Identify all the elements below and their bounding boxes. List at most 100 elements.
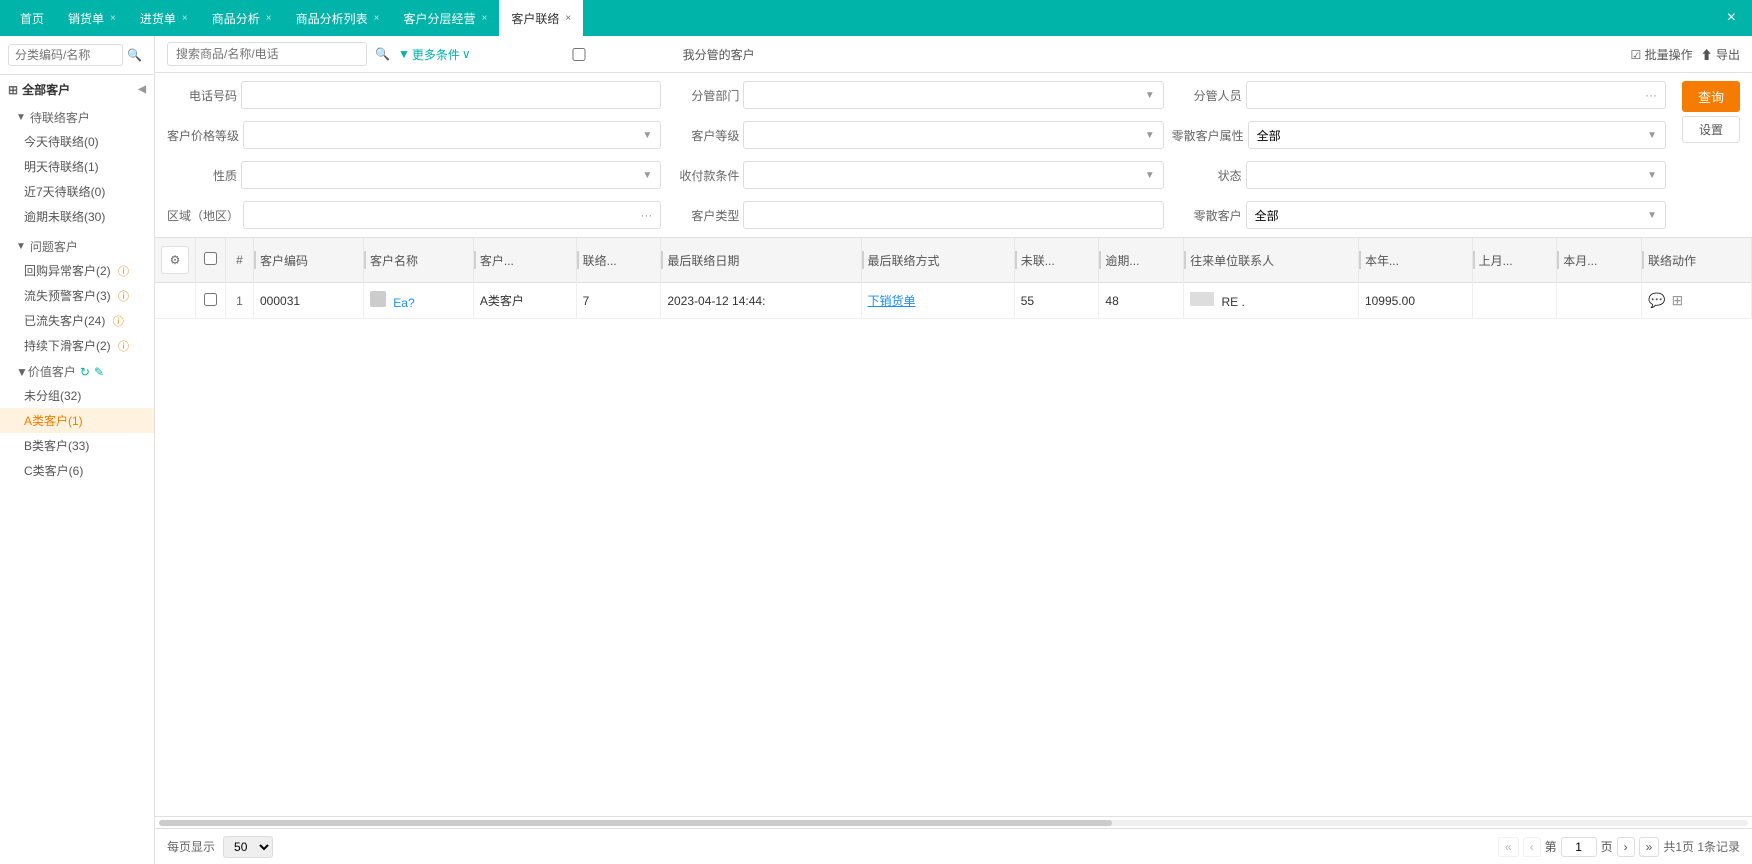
table-header-row: ⚙ # 客户编码 客户名称 <box>155 238 1752 283</box>
price-grade-select[interactable]: ▼ <box>243 121 661 149</box>
chat-icon[interactable]: 💬 <box>1648 292 1665 309</box>
nav-item-sales[interactable]: 销货单 × <box>56 0 128 36</box>
row-last-date: 2023-04-12 14:44: <box>667 294 765 308</box>
row-checkbox[interactable] <box>204 293 217 306</box>
col-last-month: 上月... <box>1472 238 1557 283</box>
batch-op-label: 批量操作 <box>1645 48 1693 62</box>
nav-goods-list-close[interactable]: × <box>374 13 380 24</box>
sidebar-item-ungrouped[interactable]: 未分组(32) <box>0 383 154 408</box>
overdue-pending-label: 逾期未联络(30) <box>24 210 105 224</box>
per-page-select[interactable]: 50 <box>223 836 273 858</box>
retail-attr-select[interactable]: 全部 ▼ <box>1248 121 1666 149</box>
sidebar-item-repurchase-abnormal[interactable]: 回购异常客户(2) ⓘ <box>0 258 154 283</box>
price-grade-field: 客户价格等级 ▼ <box>167 121 661 149</box>
sidebar: 🔍 ⊞ 全部客户 ◀ ▼ 待联络客户 今天待联络(0) 明天待联络(1) 近7天… <box>0 36 155 864</box>
col-num: # <box>226 238 254 283</box>
problem-arrow: ▼ <box>16 241 26 252</box>
nature-select[interactable]: ▼ <box>241 161 661 189</box>
sidebar-item-today-pending[interactable]: 今天待联络(0) <box>0 129 154 154</box>
sidebar-item-class-c[interactable]: C类客户(6) <box>0 458 154 483</box>
scrollbar-thumb[interactable] <box>159 820 1112 826</box>
close-all-icon[interactable]: × <box>1719 9 1744 27</box>
sidebar-item-class-b[interactable]: B类客户(33) <box>0 433 154 458</box>
select-all-checkbox[interactable] <box>204 252 217 265</box>
sidebar-item-class-a[interactable]: A类客户(1) <box>0 408 154 433</box>
retail-customer-select[interactable]: 全部 ▼ <box>1246 201 1666 229</box>
refresh-icon[interactable]: ↻ <box>80 365 90 379</box>
horizontal-scrollbar[interactable] <box>155 816 1752 828</box>
last-page-btn[interactable]: » <box>1639 837 1660 857</box>
adv-filter-row-3: 性质 ▼ 收付款条件 ▼ <box>167 161 1666 189</box>
nav-customer-contact-close[interactable]: × <box>565 13 571 24</box>
col-last-month-label: 上月... <box>1479 254 1513 268</box>
col-contact-person: 往来单位联系人 <box>1184 238 1359 283</box>
sidebar-search-icon[interactable]: 🔍 <box>127 48 142 62</box>
retail-customer-field: 零散客户 全部 ▼ <box>1172 201 1666 229</box>
qr-icon[interactable]: ⊞ <box>1671 292 1683 309</box>
today-pending-label: 今天待联络(0) <box>24 135 99 149</box>
pending-contact-group: ▼ 待联络客户 <box>0 104 154 129</box>
nature-field: 性质 ▼ <box>167 161 661 189</box>
status-select[interactable]: ▼ <box>1246 161 1666 189</box>
edit-icon[interactable]: ✎ <box>94 365 104 379</box>
collapse-icon[interactable]: ◀ <box>138 84 146 95</box>
my-customer-checkbox[interactable] <box>479 48 679 61</box>
export-btn[interactable]: ⬆ 导出 <box>1701 46 1740 63</box>
next-page-btn[interactable]: › <box>1617 837 1635 857</box>
dept-select[interactable]: ▼ <box>743 81 1163 109</box>
customer-type-input[interactable] <box>743 201 1163 229</box>
churned-label: 已流失客户(24) <box>24 314 105 328</box>
nav-purchase-close[interactable]: × <box>182 13 188 24</box>
adv-filter-row-1: 电话号码 分管部门 ▼ 分管人员 <box>167 81 1666 109</box>
sidebar-item-tomorrow-pending[interactable]: 明天待联络(1) <box>0 154 154 179</box>
col-code-label: 客户编码 <box>260 254 308 268</box>
more-conditions-btn[interactable]: ▼ 更多条件 ∨ <box>398 46 471 63</box>
batch-op-btn[interactable]: ☑ 批量操作 <box>1631 46 1693 63</box>
phone-input[interactable] <box>241 81 661 109</box>
nav-item-purchase[interactable]: 进货单 × <box>128 0 200 36</box>
customer-table: ⚙ # 客户编码 客户名称 <box>155 238 1752 319</box>
customer-grade-select[interactable]: ▼ <box>743 121 1163 149</box>
page-end-label: 页 <box>1601 838 1613 855</box>
query-button[interactable]: 查询 <box>1682 81 1740 112</box>
sidebar-item-churn-warning[interactable]: 流失预警客户(3) ⓘ <box>0 283 154 308</box>
nav-goods-analysis-close[interactable]: × <box>266 13 272 24</box>
settings-button[interactable]: 设置 <box>1682 116 1740 143</box>
nature-arrow: ▼ <box>642 170 652 181</box>
sidebar-item-7day-pending[interactable]: 近7天待联络(0) <box>0 179 154 204</box>
gear-button[interactable]: ⚙ <box>161 246 189 274</box>
manager-more[interactable]: ··· <box>1246 81 1666 109</box>
repurchase-abnormal-label: 回购异常客户(2) <box>24 264 111 278</box>
row-name[interactable]: Ea? <box>393 296 414 310</box>
customer-grade-field: 客户等级 ▼ <box>669 121 1163 149</box>
col-contact-label: 联络... <box>583 254 617 268</box>
nav-item-goods-analysis[interactable]: 商品分析 × <box>200 0 284 36</box>
nav-item-goods-list[interactable]: 商品分析列表 × <box>284 0 392 36</box>
col-code: 客户编码 <box>254 238 364 283</box>
row-this-year: 10995.00 <box>1365 294 1415 308</box>
first-page-btn[interactable]: « <box>1498 837 1519 857</box>
prev-page-btn[interactable]: ‹ <box>1523 837 1541 857</box>
cell-gear <box>155 283 196 319</box>
nav-item-customer-layer[interactable]: 客户分层经营 × <box>391 0 499 36</box>
col-contact: 联络... <box>576 238 661 283</box>
nav-sales-label: 销货单 <box>68 10 104 27</box>
region-more[interactable]: ··· <box>243 201 661 229</box>
nav-sales-close[interactable]: × <box>110 13 116 24</box>
sidebar-item-churned[interactable]: 已流失客户(24) ⓘ <box>0 308 154 333</box>
cell-this-month <box>1557 283 1642 319</box>
page-num-input[interactable] <box>1561 837 1597 857</box>
nav-item-customer-contact[interactable]: 客户联络 × <box>499 0 583 36</box>
sidebar-search-input[interactable] <box>8 44 123 66</box>
sidebar-item-declining[interactable]: 持续下滑客户(2) ⓘ <box>0 333 154 358</box>
row-last-method[interactable]: 下销货单 <box>868 294 916 308</box>
nav-customer-layer-close[interactable]: × <box>481 13 487 24</box>
all-customers-header[interactable]: ⊞ 全部客户 ◀ <box>0 75 154 104</box>
sidebar-item-overdue-pending[interactable]: 逾期未联络(30) <box>0 204 154 229</box>
nav-item-home[interactable]: 首页 <box>8 0 56 36</box>
tomorrow-pending-label: 明天待联络(1) <box>24 160 99 174</box>
nav-customer-layer-label: 客户分层经营 <box>403 10 475 27</box>
search-icon[interactable]: 🔍 <box>375 47 390 61</box>
payment-select[interactable]: ▼ <box>743 161 1163 189</box>
search-input[interactable] <box>167 42 367 66</box>
